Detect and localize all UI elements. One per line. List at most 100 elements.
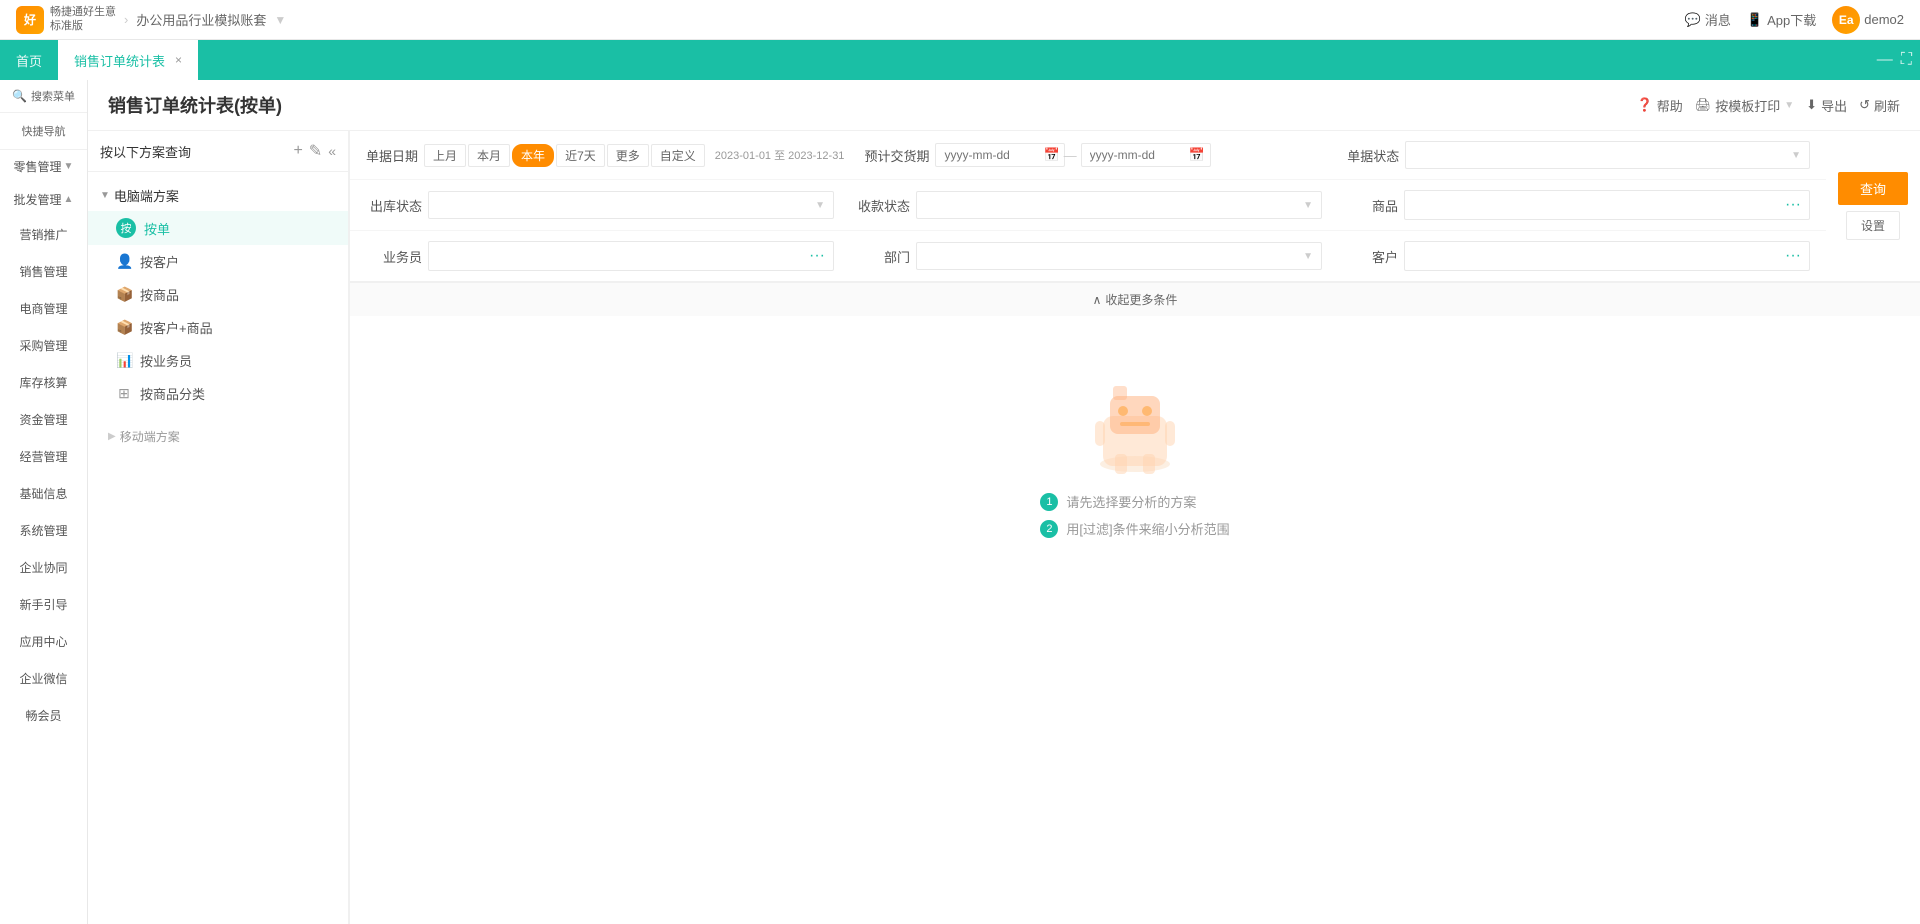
sidebar-item-member[interactable]: 畅会员 [0, 697, 87, 734]
date-btn-7days[interactable]: 近7天 [556, 144, 605, 167]
empty-illustration [1075, 376, 1195, 476]
tab-minimize-btn[interactable]: — [1877, 51, 1893, 69]
sidebar-item-marketing[interactable]: 营销推广 [0, 216, 87, 253]
filter-row-2: 出库状态 ▼ 收款状态 [350, 180, 1826, 231]
product-select[interactable]: ··· [1404, 190, 1810, 220]
tree-item-by-customer[interactable]: 👤 按客户 [88, 245, 348, 278]
tree-pc-arrow: ▼ [100, 190, 110, 201]
print-btn[interactable]: 🖨 按模板打印 ▼ [1695, 96, 1794, 115]
sidebar-item-wechat-label: 企业微信 [19, 670, 67, 687]
tree-item-by-category[interactable]: ⊞ 按商品分类 [88, 377, 348, 410]
sidebar-item-sales[interactable]: 销售管理 [0, 253, 87, 290]
query-btn[interactable]: 查询 [1838, 172, 1908, 205]
tree-category-icon: ⊞ [116, 385, 132, 402]
sidebar-item-basic[interactable]: 基础信息 [0, 475, 87, 512]
user-area[interactable]: Ea demo2 [1832, 6, 1904, 34]
customer-select[interactable]: ··· [1404, 241, 1810, 271]
sidebar-item-enterprise[interactable]: 企业协同 [0, 549, 87, 586]
top-bar-left: 好 畅捷通好生意 标准版 › 办公用品行业模拟账套 ▼ [16, 6, 286, 34]
sidebar-item-enterprise-label: 企业协同 [19, 559, 67, 576]
tree-item-by-product[interactable]: 📦 按商品 [88, 278, 348, 311]
logo-area: 好 畅捷通好生意 标准版 [16, 6, 116, 34]
delivery-arrow: ▼ [815, 200, 825, 211]
sidebar-item-system-label: 系统管理 [19, 522, 67, 539]
edit-scheme-btn[interactable]: ✎ [309, 141, 322, 161]
doc-status-select[interactable]: ▼ [1405, 141, 1810, 169]
tree-section-pc-header[interactable]: ▼ 电脑端方案 [88, 180, 348, 211]
sidebar-item-wechat[interactable]: 企业微信 [0, 660, 87, 697]
message-btn[interactable]: 💬 消息 [1685, 10, 1731, 29]
filter-row-1-container: 单据日期 上月 本月 本年 近7天 更多 自定义 [350, 131, 1920, 282]
refresh-btn[interactable]: ↺ 刷新 [1859, 96, 1900, 115]
filter-customer: 客户 ··· [1342, 241, 1810, 271]
filter-payment-status: 收款状态 ▼ [854, 191, 1322, 219]
settings-btn[interactable]: 设置 [1846, 211, 1900, 240]
collapse-text: 收起更多条件 [1105, 291, 1177, 308]
sidebar-item-retail[interactable]: 零售管理 ▼ [0, 150, 87, 183]
filter-product: 商品 ··· [1342, 190, 1810, 220]
tree-section-pc: ▼ 电脑端方案 按 按单 👤 按客户 📦 按商品 [88, 172, 348, 418]
staff-select[interactable]: ··· [428, 241, 834, 271]
sidebar-quick-nav[interactable]: 快捷导航 [0, 113, 87, 150]
help-btn[interactable]: ❓ 帮助 [1637, 96, 1683, 115]
add-scheme-btn[interactable]: + [293, 142, 302, 160]
sidebar-search-text[interactable]: 🔍 搜索菜单 [12, 88, 75, 104]
expected-date-to-cal-icon[interactable]: 📅 [1189, 147, 1205, 163]
sidebar-item-apps[interactable]: 应用中心 [0, 623, 87, 660]
dept-select[interactable]: ▼ [916, 242, 1322, 270]
date-btn-this-month[interactable]: 本月 [468, 144, 510, 167]
expected-date-separator: — [1064, 148, 1077, 163]
app-download-btn[interactable]: 📱 App下载 [1747, 10, 1816, 29]
sidebar-search[interactable]: 🔍 搜索菜单 [0, 80, 87, 113]
top-bar: 好 畅捷通好生意 标准版 › 办公用品行业模拟账套 ▼ 💬 消息 📱 App下载… [0, 0, 1920, 40]
tab-sales-order[interactable]: 销售订单统计表 × [58, 40, 198, 80]
sidebar-item-ecommerce[interactable]: 电商管理 [0, 290, 87, 327]
collapse-bar[interactable]: ∧ 收起更多条件 [350, 282, 1920, 316]
date-btn-custom[interactable]: 自定义 [651, 144, 705, 167]
sidebar-item-inventory[interactable]: 库存核算 [0, 364, 87, 401]
right-wrapper: 单据日期 上月 本月 本年 近7天 更多 自定义 [350, 131, 1920, 924]
filter-payment-label: 收款状态 [854, 196, 910, 215]
collapse-panel-btn[interactable]: « [328, 143, 336, 159]
print-icon: 🖨 [1695, 97, 1712, 113]
tab-home[interactable]: 首页 [0, 40, 58, 80]
filter-doc-date-label: 单据日期 [366, 146, 418, 165]
tree-item-by-staff[interactable]: 📊 按业务员 [88, 344, 348, 377]
sidebar-item-newbie-label: 新手引导 [19, 596, 67, 613]
date-quick-btns: 上月 本月 本年 近7天 更多 自定义 [424, 144, 705, 167]
sidebar-item-sales-label: 销售管理 [19, 263, 67, 280]
sidebar-item-purchase[interactable]: 采购管理 [0, 327, 87, 364]
empty-hint-1: 1 请先选择要分析的方案 [1040, 492, 1229, 511]
product-dots: ··· [1785, 196, 1801, 214]
sidebar-quick-nav-text[interactable]: 快捷导航 [0, 117, 87, 145]
expected-date-inputs: 📅 — 📅 [935, 143, 1327, 167]
tab-close-btn[interactable]: × [175, 53, 182, 67]
sidebar-item-inventory-label: 库存核算 [19, 374, 67, 391]
breadcrumb-arrow[interactable]: ▼ [274, 13, 286, 27]
filter-dept-label: 部门 [854, 247, 910, 266]
breadcrumb-separator: › [124, 12, 128, 27]
date-btn-more[interactable]: 更多 [607, 144, 649, 167]
payment-status-select[interactable]: ▼ [916, 191, 1322, 219]
filter-staff: 业务员 ··· [366, 241, 834, 271]
tab-maximize-btn[interactable]: ⛶ [1901, 51, 1912, 69]
sidebar-item-system[interactable]: 系统管理 [0, 512, 87, 549]
date-btn-this-year[interactable]: 本年 [512, 144, 554, 167]
tree-item-by-customer-product[interactable]: 📦 按客户+商品 [88, 311, 348, 344]
delivery-status-select[interactable]: ▼ [428, 191, 834, 219]
expected-date-cal-icon[interactable]: 📅 [1043, 147, 1059, 163]
export-btn[interactable]: ⬇ 导出 [1806, 96, 1847, 115]
tree-customer-icon: 👤 [116, 253, 132, 270]
sidebar-item-finance[interactable]: 资金管理 [0, 401, 87, 438]
sidebar-item-newbie[interactable]: 新手引导 [0, 586, 87, 623]
doc-status-arrow: ▼ [1791, 150, 1801, 161]
sidebar-item-ecommerce-label: 电商管理 [19, 300, 67, 317]
sidebar-item-operations[interactable]: 经营管理 [0, 438, 87, 475]
date-btn-last-month[interactable]: 上月 [424, 144, 466, 167]
empty-state: 1 请先选择要分析的方案 2 用[过滤]条件来缩小分析范围 [350, 316, 1920, 598]
tree-item-by-order[interactable]: 按 按单 [88, 211, 348, 245]
sidebar-item-wholesale[interactable]: 批发管理 ▲ [0, 183, 87, 216]
tree-section-mobile: ▶ 移动端方案 [88, 418, 348, 455]
date-range-row: 2023-01-01 至 2023-12-31 [715, 147, 845, 163]
tree-section-mobile-header[interactable]: ▶ 移动端方案 [88, 422, 348, 451]
